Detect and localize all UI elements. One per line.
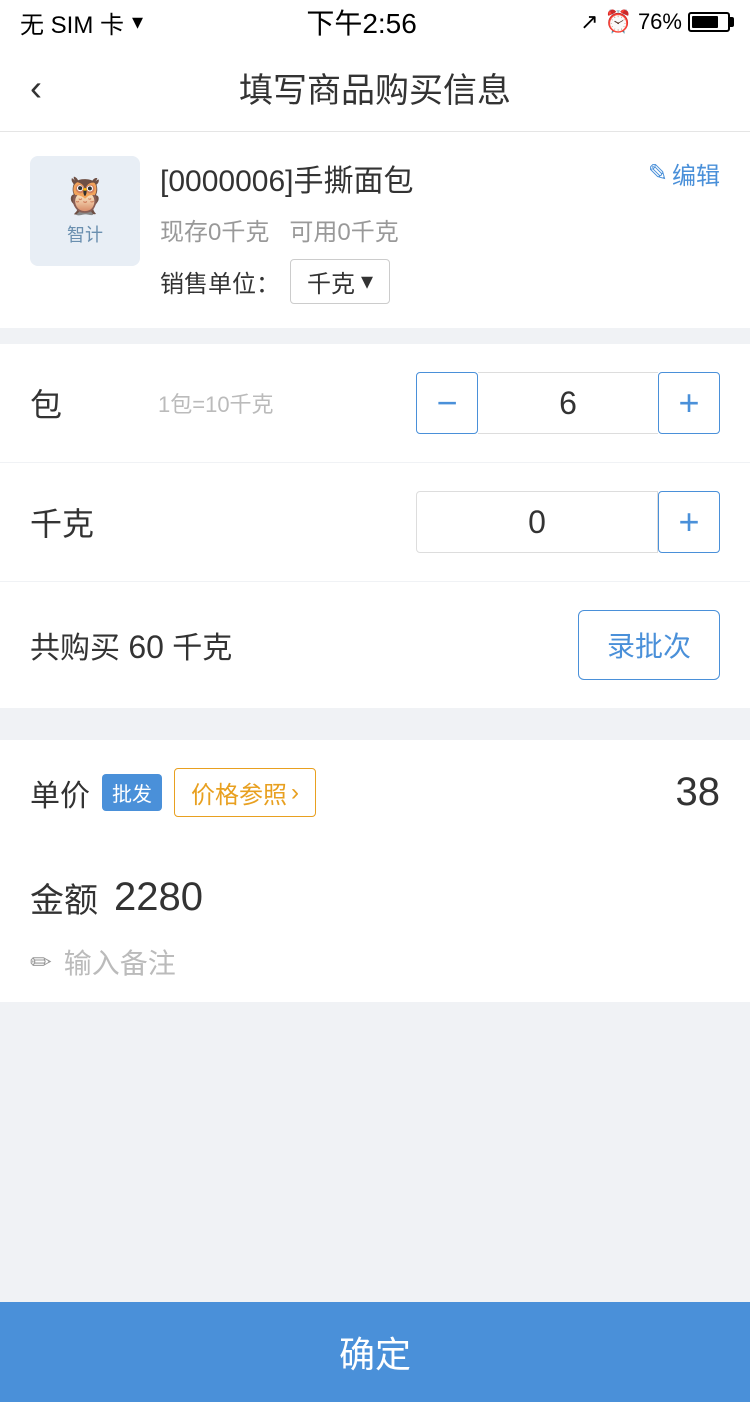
remark-row[interactable]: ✏ 输入备注 xyxy=(30,942,720,982)
status-right: ↗ ⏰ 76% xyxy=(580,9,730,35)
edit-icon: ✎ xyxy=(648,159,668,188)
price-ref-label: 价格参照 xyxy=(191,775,287,810)
status-carrier: 无 SIM 卡 ▾ xyxy=(20,5,143,40)
price-reference-button[interactable]: 价格参照 › xyxy=(174,768,316,817)
bottom-space xyxy=(0,1002,750,1302)
kilogram-input[interactable] xyxy=(416,491,658,553)
total-text: 共购买 60 千克 xyxy=(30,623,232,667)
price-value: 38 xyxy=(676,770,721,815)
product-image: 🦉 智计 xyxy=(30,156,140,266)
amount-label: 金额 xyxy=(30,873,98,922)
product-stock: 现存0千克 可用0千克 xyxy=(160,212,628,247)
edit-button[interactable]: ✎ 编辑 xyxy=(648,156,720,191)
package-label: 包 xyxy=(30,380,150,426)
product-unit-row: 销售单位： 千克 ▾ xyxy=(160,259,628,304)
kilogram-label: 千克 xyxy=(30,499,150,545)
price-ref-icon: › xyxy=(291,779,299,807)
kilogram-controls: + xyxy=(416,491,720,553)
status-time: 下午2:56 xyxy=(306,2,417,42)
status-bar: 无 SIM 卡 ▾ 下午2:56 ↗ ⏰ 76% xyxy=(0,0,750,44)
total-row: 共购买 60 千克 录批次 xyxy=(0,582,750,708)
separator-1 xyxy=(0,328,750,344)
carrier-text: 无 SIM 卡 xyxy=(20,5,124,40)
battery-percent: 76% xyxy=(638,9,682,35)
product-info: [0000006]手撕面包 现存0千克 可用0千克 销售单位： 千克 ▾ xyxy=(160,156,628,304)
product-name: [0000006]手撕面包 xyxy=(160,156,628,200)
location-icon: ↗ xyxy=(580,9,598,35)
product-card-right: ✎ 编辑 xyxy=(648,156,720,191)
alarm-icon: ⏰ xyxy=(605,9,632,35)
price-tag: 批发 xyxy=(102,774,162,811)
content: 🦉 智计 [0000006]手撕面包 现存0千克 可用0千克 销售单位： 千克 … xyxy=(0,132,750,1302)
separator-2 xyxy=(0,708,750,724)
kilogram-increment-button[interactable]: + xyxy=(658,491,720,553)
total-amount: 60 xyxy=(128,629,164,665)
price-label: 单价 xyxy=(30,771,90,815)
edit-label: 编辑 xyxy=(672,156,720,191)
battery-icon xyxy=(688,12,730,32)
confirm-bar[interactable]: 确定 xyxy=(0,1302,750,1402)
page-title: 填写商品购买信息 xyxy=(239,63,511,112)
kilogram-row: 千克 + xyxy=(0,463,750,582)
package-input[interactable] xyxy=(478,372,658,434)
unit-select[interactable]: 千克 ▾ xyxy=(290,259,390,304)
unit-label: 销售单位： xyxy=(160,264,280,299)
wifi-icon: ▾ xyxy=(132,9,143,35)
back-button[interactable]: ‹ xyxy=(30,67,42,109)
package-decrement-button[interactable]: − xyxy=(416,372,478,434)
product-logo-text: 智计 xyxy=(67,221,103,247)
pencil-icon: ✏ xyxy=(30,947,52,978)
nav-bar: ‹ 填写商品购买信息 xyxy=(0,44,750,132)
record-batch-button[interactable]: 录批次 xyxy=(578,610,720,680)
package-increment-button[interactable]: + xyxy=(658,372,720,434)
amount-section: 金额 2280 ✏ 输入备注 xyxy=(0,845,750,1002)
price-row: 单价 批发 价格参照 › 38 xyxy=(0,740,750,845)
product-logo-icon: 🦉 xyxy=(63,175,108,217)
unit-value: 千克 xyxy=(307,264,355,299)
package-row: 包 1包=10千克 − + xyxy=(0,344,750,463)
amount-value: 2280 xyxy=(114,875,203,920)
amount-row: 金额 2280 xyxy=(30,873,720,922)
package-controls: − + xyxy=(416,372,720,434)
unit-dropdown-icon: ▾ xyxy=(361,267,373,296)
remark-placeholder: 输入备注 xyxy=(64,942,176,982)
quantity-section: 包 1包=10千克 − + 千克 + xyxy=(0,344,750,582)
product-card: 🦉 智计 [0000006]手撕面包 现存0千克 可用0千克 销售单位： 千克 … xyxy=(0,132,750,328)
package-sublabel: 1包=10千克 xyxy=(158,387,416,419)
